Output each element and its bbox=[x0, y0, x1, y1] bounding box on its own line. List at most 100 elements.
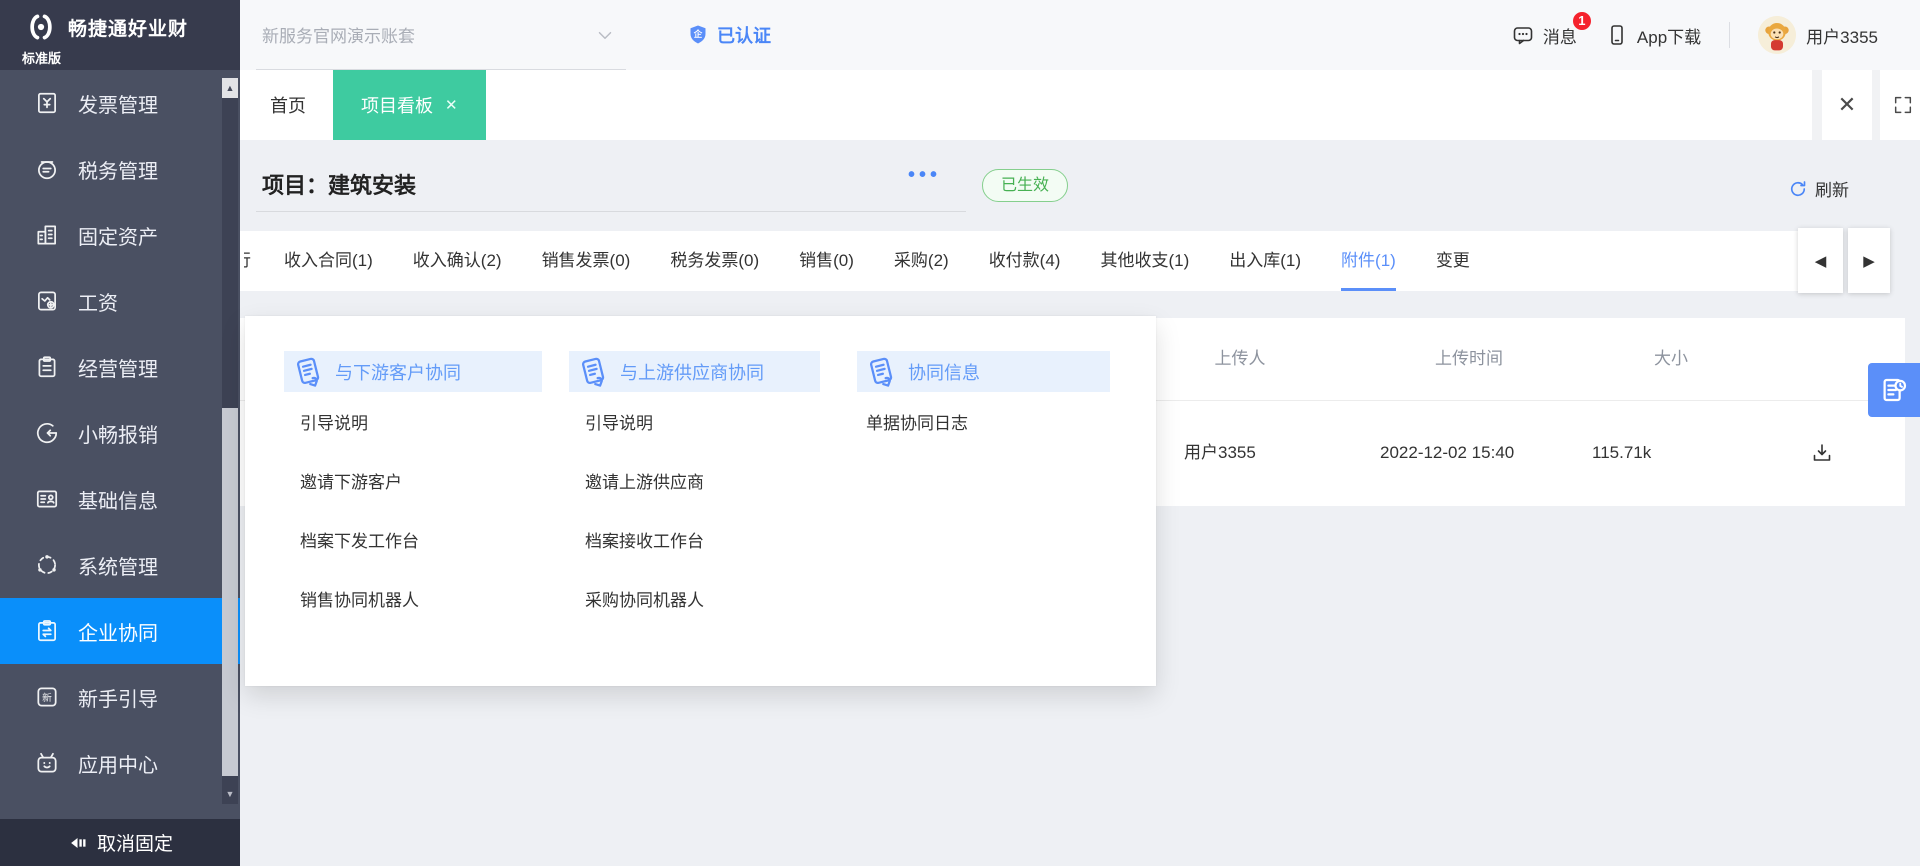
invoice-icon bbox=[34, 90, 60, 116]
collab-doc-icon bbox=[291, 355, 325, 389]
sidebar-item-basic-info[interactable]: 基础信息 bbox=[0, 466, 240, 532]
fullscreen-icon bbox=[1892, 94, 1914, 116]
sidebar-scrollbar[interactable]: ▲ ▼ bbox=[222, 78, 238, 804]
tab-home[interactable]: 首页 bbox=[240, 70, 336, 140]
account-select[interactable]: 新服务官网演示账套 bbox=[256, 0, 626, 70]
sidebar-item-system[interactable]: 系统管理 bbox=[0, 532, 240, 598]
collab-menu-item[interactable]: 档案下发工作台 bbox=[284, 510, 542, 569]
subtab-item-clipped[interactable]: 行 bbox=[244, 231, 258, 291]
collab-menu-header-downstream[interactable]: 与下游客户协同 bbox=[284, 351, 542, 392]
download-button[interactable] bbox=[1792, 400, 1852, 506]
collab-menu-item[interactable]: 邀请下游客户 bbox=[284, 451, 542, 510]
sidebar-item-salary[interactable]: 工资 bbox=[0, 268, 240, 334]
project-title-prefix: 项目： bbox=[262, 173, 329, 198]
username: 用户3355 bbox=[1806, 27, 1878, 47]
subtab-item[interactable]: 销售(0) bbox=[799, 231, 854, 291]
unpin-sidebar-button[interactable]: 取消固定 bbox=[0, 819, 240, 866]
sidebar-item-invoice[interactable]: 发票管理 bbox=[0, 70, 240, 136]
floating-report-button[interactable] bbox=[1868, 363, 1920, 417]
collab-icon bbox=[34, 618, 60, 644]
close-tab-button[interactable]: ✕ bbox=[1822, 70, 1872, 140]
subtab-item[interactable]: 销售发票(0) bbox=[542, 231, 631, 291]
collab-doc-icon bbox=[864, 355, 898, 389]
collab-menu-item[interactable]: 邀请上游供应商 bbox=[569, 451, 820, 510]
column-header-uploader: 上传人 bbox=[1214, 349, 1266, 368]
subtab-item[interactable]: 变更 bbox=[1436, 231, 1470, 291]
verified-label: 已认证 bbox=[717, 26, 771, 46]
subtab-item-active[interactable]: 附件(1) bbox=[1341, 231, 1396, 291]
brand: 畅捷通好业财 bbox=[0, 0, 240, 44]
fullscreen-button[interactable] bbox=[1880, 70, 1920, 140]
status-badge: 已生效 bbox=[982, 169, 1069, 202]
tabbar-gap bbox=[1872, 70, 1880, 140]
doc-clock-icon bbox=[1879, 375, 1909, 405]
avatar bbox=[1758, 16, 1797, 54]
svg-text:新: 新 bbox=[42, 691, 52, 704]
download-icon bbox=[1810, 441, 1834, 465]
collab-menu-header-upstream[interactable]: 与上游供应商协同 bbox=[569, 351, 820, 392]
collab-menu-item[interactable]: 档案接收工作台 bbox=[569, 510, 820, 569]
chevron-down-icon bbox=[594, 24, 616, 46]
subtab-item[interactable]: 收入合同(1) bbox=[284, 231, 373, 291]
brand-logo-icon bbox=[24, 10, 58, 44]
scroll-down-icon[interactable]: ▼ bbox=[222, 784, 238, 804]
subtab-item[interactable]: 采购(2) bbox=[894, 231, 949, 291]
subtab-item[interactable]: 税务发票(0) bbox=[670, 231, 759, 291]
sidebar-item-fixed-asset[interactable]: 固定资产 bbox=[0, 202, 240, 268]
system-icon bbox=[34, 552, 60, 578]
app-window: 畅捷通好业财 标准版 发票管理 税务管理 固定资产 工资经营管理小畅报销基础信息 系统管… bbox=[0, 0, 1920, 866]
sidebar-item-label: 企业协同 bbox=[78, 622, 158, 645]
sidebar-item-app-center[interactable]: 应用中心 bbox=[0, 730, 240, 796]
tax-icon bbox=[34, 156, 60, 182]
user-menu[interactable]: 用户3355 bbox=[1758, 16, 1878, 54]
svg-text:企: 企 bbox=[693, 29, 703, 39]
subtabs-scroll-right-button[interactable]: ▶ bbox=[1848, 228, 1890, 293]
sidebar-item-guide[interactable]: 新 新手引导 bbox=[0, 664, 240, 730]
tab-close-icon[interactable]: ✕ bbox=[445, 96, 458, 114]
subtab-item[interactable]: 其他收支(1) bbox=[1100, 231, 1189, 291]
refresh-button[interactable]: 刷新 bbox=[1788, 176, 1849, 201]
expense-icon bbox=[34, 420, 60, 446]
column-header-upload-time: 上传时间 bbox=[1435, 349, 1503, 368]
collab-menu-header-collab-info[interactable]: 协同信息 bbox=[857, 351, 1110, 392]
collab-menu-item[interactable]: 销售协同机器人 bbox=[284, 569, 542, 628]
tab-project-board[interactable]: 项目看板 ✕ bbox=[333, 70, 486, 140]
collab-menu-item[interactable]: 单据协同日志 bbox=[857, 392, 1110, 451]
collab-menu-item[interactable]: 采购协同机器人 bbox=[569, 569, 820, 628]
scrollbar-thumb[interactable] bbox=[222, 408, 238, 776]
scroll-up-icon[interactable]: ▲ bbox=[222, 78, 238, 98]
tabbar: 首页 项目看板 ✕ ✕ bbox=[240, 70, 1920, 140]
basic-info-icon bbox=[34, 486, 60, 512]
sidebar-item-label: 小畅报销 bbox=[78, 424, 158, 447]
sidebar-item-business[interactable]: 经营管理 bbox=[0, 334, 240, 400]
salary-icon bbox=[34, 288, 60, 314]
messages-button[interactable]: 消息 1 bbox=[1511, 9, 1593, 48]
collab-menu-column-downstream: 与下游客户协同引导说明 邀请下游客户 档案下发工作台 销售协同机器人 bbox=[284, 351, 542, 628]
edition-label: 标准版 bbox=[22, 51, 62, 66]
sidebar-item-label: 经营管理 bbox=[78, 358, 158, 381]
sidebar-item-expense[interactable]: 小畅报销 bbox=[0, 400, 240, 466]
app-download-label: App下载 bbox=[1636, 27, 1702, 47]
sidebar-item-tax[interactable]: 税务管理 bbox=[0, 136, 240, 202]
app-download-button[interactable]: App下载 bbox=[1605, 23, 1701, 48]
subtab-item[interactable]: 出入库(1) bbox=[1229, 231, 1301, 291]
cell-uploader: 用户3355 bbox=[1184, 443, 1256, 462]
refresh-icon bbox=[1788, 179, 1808, 199]
collab-menu-item[interactable]: 引导说明 bbox=[284, 392, 542, 451]
topbar: 新服务官网演示账套 企 已认证 消息 1 App下载 用户3355 bbox=[240, 0, 1920, 70]
collab-menu-column-collab-info: 协同信息 单据协同日志 bbox=[857, 351, 1110, 451]
collab-menu-item[interactable]: 引导说明 bbox=[569, 392, 820, 451]
sidebar-item-collab[interactable]: 企业协同 bbox=[0, 598, 240, 664]
collab-doc-icon bbox=[576, 355, 610, 389]
subtab-item[interactable]: 收入确认(2) bbox=[413, 231, 502, 291]
collab-menu-header-label: 与下游客户协同 bbox=[335, 362, 461, 383]
sidebar-menu: 发票管理 税务管理 固定资产 工资经营管理小畅报销基础信息 系统管理企业协同新 新手引导应… bbox=[0, 70, 240, 796]
sidebar-item-label: 应用中心 bbox=[78, 754, 158, 777]
message-bubble-icon bbox=[1511, 23, 1535, 47]
more-options-icon[interactable]: ••• bbox=[908, 164, 941, 187]
verified-badge[interactable]: 企 已认证 bbox=[686, 22, 771, 48]
subtabs-scroll-left-button[interactable]: ◀ bbox=[1798, 228, 1843, 293]
collab-menu-column-upstream: 与上游供应商协同 引导说明 邀请上游供应商 档案接收工作台 采购协同机器人 bbox=[569, 351, 820, 628]
subtab-item[interactable]: 收付款(4) bbox=[989, 231, 1061, 291]
business-icon bbox=[34, 354, 60, 380]
